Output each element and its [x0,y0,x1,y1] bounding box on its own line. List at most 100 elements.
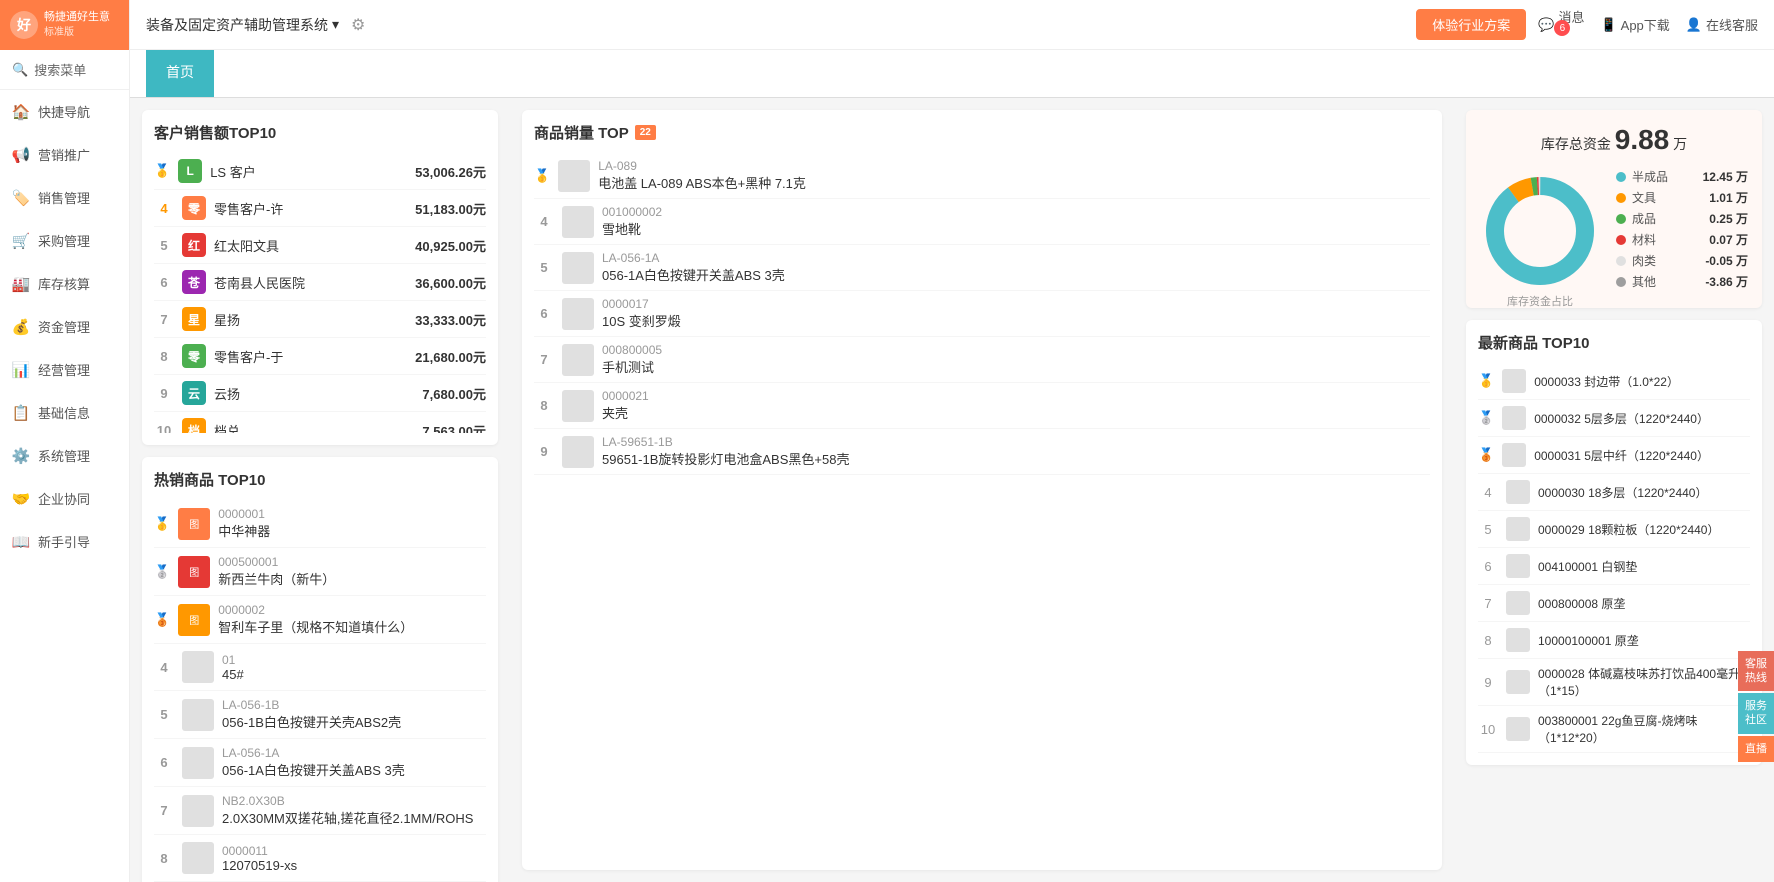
table-row: 🥇 L LS 客户 53,006.26元 [154,153,486,190]
messages-btn[interactable]: 💬 消息 6 [1538,7,1584,42]
donut-chart: 库存资金占比 [1480,171,1600,291]
basics-icon: 📋 [12,404,30,422]
rank-icon-3: 红 [182,233,206,257]
rank-medal: 🥉 [1478,447,1494,463]
product-thumbnail-placeholder [182,699,214,731]
sidebar-item-quick-nav[interactable]: 🏠 快捷导航 [0,90,129,133]
list-item: 6 LA-056-1A 056-1A白色按键开关盖ABS 3壳 [154,739,486,787]
message-icon: 💬 [1538,17,1554,33]
product-thumbnail [1506,517,1530,541]
sidebar-item-inventory[interactable]: 🏭 库存核算 [0,262,129,305]
tab-home[interactable]: 首页 [146,50,214,97]
table-row: 7 000800005 手机测试 [534,337,1430,383]
donut-label: 库存资金占比 [1480,293,1600,309]
rank-medal: 🥈 [1478,410,1494,426]
hot-products-title: 热销商品 TOP10 [154,469,486,490]
product-thumbnail [1502,406,1526,430]
rank-icon-6: 零 [182,344,206,368]
experience-btn[interactable]: 体验行业方案 [1416,9,1526,40]
rank-medal: 🥉 [154,612,170,628]
chevron-down-icon: ▾ [332,16,339,33]
rank-medal-1: 🥇 [154,163,170,179]
product-thumbnail-placeholder [562,206,594,238]
legend-item-finished: 成品 0.25 万 [1616,210,1748,227]
product-thumbnail-placeholder [562,344,594,376]
customer-hotline-btn[interactable]: 客服 热线 [1738,651,1774,692]
product-thumbnail-placeholder [182,651,214,683]
middle-panel: 商品销量 TOP 22 🥇 LA-089 电池盖 LA-089 ABS本色+黑种… [510,98,1454,882]
new-products-list: 🥇 0000033 封边带（1.0*22） 🥈 0000032 [1478,363,1750,753]
main-area: 装备及固定资产辅助管理系统 ▾ ⚙ 体验行业方案 💬 消息 6 📱 App下载 … [130,0,1774,882]
table-row: 7 星 星扬 33,333.00元 [154,301,486,338]
legend-dot-meat [1616,256,1626,266]
product-thumbnail [1506,591,1530,615]
legend-dot-other [1616,277,1626,287]
operation-icon: 📊 [12,361,30,379]
table-row: 4 001000002 雪地靴 [534,199,1430,245]
product-thumbnail-placeholder [182,842,214,874]
list-item: 10 003800001 22g鱼豆腐-烧烤味（1*12*20） [1478,706,1750,753]
sales-icon: 🏷️ [12,189,30,207]
legend-item-stationery: 文具 1.01 万 [1616,189,1748,206]
product-thumbnail-placeholder [558,160,590,192]
sidebar-logo: 好 畅捷通好生意 标准版 [0,0,129,50]
sidebar-item-collab[interactable]: 🤝 企业协同 [0,477,129,520]
sidebar-item-finance[interactable]: 💰 资金管理 [0,305,129,348]
topbar-title: 装备及固定资产辅助管理系统 ▾ ⚙ [146,15,1404,35]
product-thumbnail-placeholder [562,436,594,468]
table-row: 8 零 零售客户-于 21,680.00元 [154,338,486,375]
online-service-btn[interactable]: 👤 在线客服 [1686,15,1758,34]
list-item: 6 004100001 白钢垫 [1478,548,1750,585]
product-thumbnail-placeholder [562,390,594,422]
product-thumbnail [1502,443,1526,467]
sale-product-card: 商品销量 TOP 22 🥇 LA-089 电池盖 LA-089 ABS本色+黑种… [522,110,1442,870]
search-menu[interactable]: 🔍 搜索菜单 [0,50,129,90]
table-row: 4 零 零售客户-许 51,183.00元 [154,190,486,227]
app-download-btn[interactable]: 📱 App下载 [1600,15,1669,34]
service-icon: 👤 [1686,17,1702,33]
list-item: 8 10000100001 原垄 [1478,622,1750,659]
sidebar-item-guide[interactable]: 📖 新手引导 [0,520,129,563]
sidebar: 好 畅捷通好生意 标准版 🔍 搜索菜单 🏠 快捷导航 📢 营销推广 🏷️ 销售管… [0,0,130,882]
legend-dot-finished [1616,214,1626,224]
content-area: 客户销售额TOP10 🥇 L LS 客户 53,006.26元 4 零 零售客户… [130,98,1774,882]
rank-icon-1: L [178,159,202,183]
customer-rank-list: 🥇 L LS 客户 53,006.26元 4 零 零售客户-许 51,183.0… [154,153,486,433]
service-community-btn[interactable]: 服务 社区 [1738,693,1774,734]
table-row: 6 0000017 10S 变刹罗煅 [534,291,1430,337]
live-stream-btn[interactable]: 直播 [1738,736,1774,762]
hot-products-card: 热销商品 TOP10 🥇 图 0000001 中华神器 🥈 图 [142,457,498,882]
list-item: 🥇 0000033 封边带（1.0*22） [1478,363,1750,400]
rank-icon-4: 苍 [182,270,206,294]
sidebar-item-system[interactable]: ⚙️ 系统管理 [0,434,129,477]
legend-item-material: 材料 0.07 万 [1616,231,1748,248]
legend-dot-stationery [1616,193,1626,203]
left-panel: 客户销售额TOP10 🥇 L LS 客户 53,006.26元 4 零 零售客户… [130,98,510,882]
sidebar-item-marketing[interactable]: 📢 营销推广 [0,133,129,176]
rank-medal: 🥇 [1478,373,1494,389]
list-item: 4 0000030 18多层（1220*2440） [1478,474,1750,511]
rank-medal: 🥇 [154,516,170,532]
product-thumbnail-placeholder [182,747,214,779]
product-thumbnail [1506,480,1530,504]
list-item: 4 01 45# [154,644,486,691]
rank-medal: 🥈 [154,564,170,580]
product-thumbnail: 图 [178,556,210,588]
hot-products-list: 🥇 图 0000001 中华神器 🥈 图 000500001 新西兰牛肉（新牛） [154,500,486,882]
legend-dot-material [1616,235,1626,245]
system-selector[interactable]: 装备及固定资产辅助管理系统 ▾ [146,15,339,35]
gear-icon[interactable]: ⚙ [351,15,365,35]
sidebar-item-basics[interactable]: 📋 基础信息 [0,391,129,434]
sidebar-item-operation[interactable]: 📊 经营管理 [0,348,129,391]
float-service-btns: 客服 热线 服务 社区 直播 [1738,651,1774,762]
sidebar-item-purchase[interactable]: 🛒 采购管理 [0,219,129,262]
sidebar-item-sales[interactable]: 🏷️ 销售管理 [0,176,129,219]
list-item: 8 0000011 12070519-xs [154,835,486,882]
product-thumbnail-placeholder [562,298,594,330]
rank-icon-7: 云 [182,381,206,405]
product-thumbnail [1506,670,1530,694]
table-row: 8 0000021 夹壳 [534,383,1430,429]
list-item: 7 000800008 原垄 [1478,585,1750,622]
finance-icon: 💰 [12,318,30,336]
new-products-title: 最新商品 TOP10 [1478,332,1750,353]
